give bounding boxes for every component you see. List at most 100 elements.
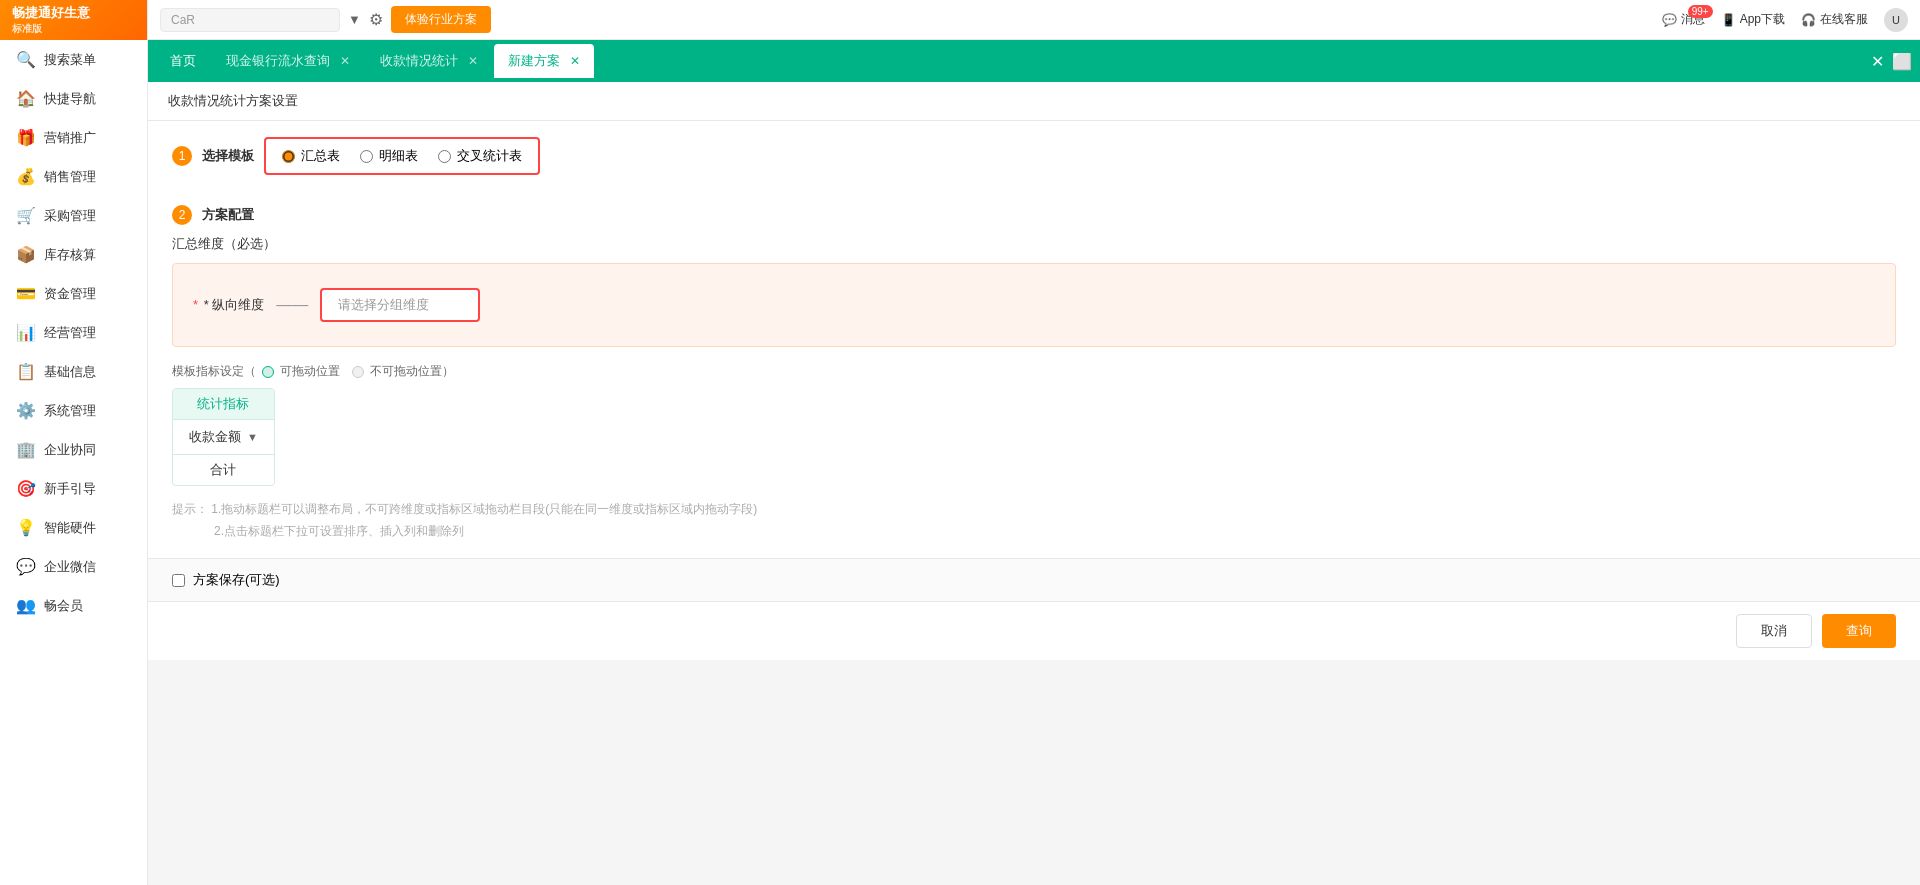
metrics-total: 合计 bbox=[173, 454, 274, 485]
radio-cross-input[interactable] bbox=[438, 150, 451, 163]
guide-icon: 🎯 bbox=[16, 479, 36, 498]
step1-section: 1 选择模板 汇总表 明细表 交叉统计表 bbox=[148, 121, 1920, 205]
step2-number: 2 bbox=[172, 205, 192, 225]
save-plan-checkbox[interactable] bbox=[172, 574, 185, 587]
page-content: 收款情况统计方案设置 1 选择模板 汇总表 明细表 bbox=[148, 82, 1920, 885]
step1-label: 选择模板 bbox=[202, 147, 254, 165]
metrics-header: 统计指标 bbox=[173, 389, 274, 419]
cancel-button[interactable]: 取消 bbox=[1736, 614, 1812, 648]
template-select-box: 汇总表 明细表 交叉统计表 bbox=[264, 137, 540, 175]
step2-label: 方案配置 bbox=[202, 206, 254, 224]
tab-close-new-plan[interactable]: ✕ bbox=[570, 54, 580, 68]
sidebar-item-inventory[interactable]: 📦 库存核算 bbox=[0, 235, 147, 274]
enterprise-icon: 🏢 bbox=[16, 440, 36, 459]
topbar: ▼ ⚙ 体验行业方案 💬 消息 99+ 📱 App下载 🎧 在线客服 U bbox=[148, 0, 1920, 40]
dropdown-arrow-icon[interactable]: ▼ bbox=[348, 12, 361, 27]
radio-cross[interactable]: 交叉统计表 bbox=[438, 147, 522, 165]
main-content: ▼ ⚙ 体验行业方案 💬 消息 99+ 📱 App下载 🎧 在线客服 U 首页 bbox=[148, 0, 1920, 885]
sidebar-item-purchase[interactable]: 🛒 采购管理 bbox=[0, 196, 147, 235]
quick-nav-icon: 🏠 bbox=[16, 89, 36, 108]
sidebar-item-enterprise[interactable]: 🏢 企业协同 bbox=[0, 430, 147, 469]
tabbar: 首页 现金银行流水查询 ✕ 收款情况统计 ✕ 新建方案 ✕ ✕ ⬜ bbox=[148, 40, 1920, 82]
footer-bar: 取消 查询 bbox=[148, 601, 1920, 660]
maximize-icon[interactable]: ⬜ bbox=[1892, 52, 1912, 71]
logo-name: 畅捷通好生意 bbox=[12, 4, 90, 22]
topbar-right: 💬 消息 99+ 📱 App下载 🎧 在线客服 U bbox=[1662, 8, 1908, 32]
sidebar-item-operation[interactable]: 📊 经营管理 bbox=[0, 313, 147, 352]
system-icon: ⚙️ bbox=[16, 401, 36, 420]
sidebar-item-quick-nav[interactable]: 🏠 快捷导航 bbox=[0, 79, 147, 118]
draggable-badge bbox=[262, 366, 274, 378]
radio-detail-input[interactable] bbox=[360, 150, 373, 163]
app-download-button[interactable]: 📱 App下载 bbox=[1721, 11, 1785, 28]
logo-sub: 标准版 bbox=[12, 22, 90, 36]
save-plan-label: 方案保存(可选) bbox=[193, 571, 280, 589]
sidebar-item-basic[interactable]: 📋 基础信息 bbox=[0, 352, 147, 391]
search-input[interactable] bbox=[160, 8, 340, 32]
step1-header: 1 选择模板 汇总表 明细表 交叉统计表 bbox=[172, 137, 1896, 175]
sidebar-item-hardware[interactable]: 💡 智能硬件 bbox=[0, 508, 147, 547]
sidebar-item-system[interactable]: ⚙️ 系统管理 bbox=[0, 391, 147, 430]
purchase-icon: 🛒 bbox=[16, 206, 36, 225]
tip-line1: 提示： 1.拖动标题栏可以调整布局，不可跨维度或指标区域拖动栏目段(只能在同一维… bbox=[172, 499, 1896, 521]
tab-close-bank-flow[interactable]: ✕ bbox=[340, 54, 350, 68]
radio-summary-input[interactable] bbox=[282, 150, 295, 163]
sidebar-logo: 畅捷通好生意 标准版 bbox=[0, 0, 147, 40]
basic-icon: 📋 bbox=[16, 362, 36, 381]
close-window-icon[interactable]: ✕ bbox=[1871, 52, 1884, 71]
sidebar-item-search-menu[interactable]: 🔍 搜索菜单 bbox=[0, 40, 147, 79]
message-icon: 💬 bbox=[1662, 13, 1677, 27]
summary-dim-title: 汇总维度（必选） bbox=[172, 235, 1896, 253]
notification-button[interactable]: 💬 消息 99+ bbox=[1662, 11, 1705, 28]
vertical-dim-row: * * 纵向维度 —— 请选择分组维度 bbox=[193, 288, 1875, 322]
hardware-icon: 💡 bbox=[16, 518, 36, 537]
operation-icon: 📊 bbox=[16, 323, 36, 342]
metrics-cell-amount[interactable]: 收款金额 ▼ bbox=[173, 419, 274, 454]
user-avatar[interactable]: U bbox=[1884, 8, 1908, 32]
sidebar-item-guide[interactable]: 🎯 新手引导 bbox=[0, 469, 147, 508]
metrics-dropdown-icon: ▼ bbox=[247, 431, 258, 443]
tab-bank-flow[interactable]: 现金银行流水查询 ✕ bbox=[212, 44, 364, 78]
tab-new-plan[interactable]: 新建方案 ✕ bbox=[494, 44, 594, 78]
tab-close-receipt-stats[interactable]: ✕ bbox=[468, 54, 478, 68]
nondraggable-badge bbox=[352, 366, 364, 378]
metrics-hint: 模板指标设定（ 可拖动位置 不可拖动位置） bbox=[172, 363, 1896, 380]
radio-summary[interactable]: 汇总表 bbox=[282, 147, 340, 165]
marketing-icon: 🎁 bbox=[16, 128, 36, 147]
sidebar-item-weixin[interactable]: 💬 企业微信 bbox=[0, 547, 147, 586]
inventory-icon: 📦 bbox=[16, 245, 36, 264]
tab-receipt-stats[interactable]: 收款情况统计 ✕ bbox=[366, 44, 492, 78]
tab-home[interactable]: 首页 bbox=[156, 44, 210, 78]
notification-badge: 99+ bbox=[1688, 5, 1713, 18]
page-title: 收款情况统计方案设置 bbox=[168, 93, 298, 108]
arrow-icon: —— bbox=[276, 296, 308, 314]
dimension-area: * * 纵向维度 —— 请选择分组维度 bbox=[172, 263, 1896, 347]
weixin-icon: 💬 bbox=[16, 557, 36, 576]
vertical-dim-label: * * 纵向维度 bbox=[193, 296, 264, 314]
step2-section: 2 方案配置 汇总维度（必选） * * 纵向维度 —— 请选择分组维度 bbox=[148, 205, 1920, 558]
tabbar-actions: ✕ ⬜ bbox=[1871, 52, 1912, 71]
sales-icon: 💰 bbox=[16, 167, 36, 186]
radio-detail[interactable]: 明细表 bbox=[360, 147, 418, 165]
sidebar: 畅捷通好生意 标准版 🔍 搜索菜单 🏠 快捷导航 🎁 营销推广 💰 销售管理 🛒… bbox=[0, 0, 148, 885]
group-dimension-selector[interactable]: 请选择分组维度 bbox=[320, 288, 480, 322]
sidebar-item-finance[interactable]: 💳 资金管理 bbox=[0, 274, 147, 313]
finance-icon: 💳 bbox=[16, 284, 36, 303]
sidebar-item-marketing[interactable]: 🎁 营销推广 bbox=[0, 118, 147, 157]
online-service-button[interactable]: 🎧 在线客服 bbox=[1801, 11, 1868, 28]
member-icon: 👥 bbox=[16, 596, 36, 615]
service-icon: 🎧 bbox=[1801, 13, 1816, 27]
trial-industry-button[interactable]: 体验行业方案 bbox=[391, 6, 491, 33]
save-section: 方案保存(可选) bbox=[148, 558, 1920, 601]
settings-gear-icon[interactable]: ⚙ bbox=[369, 10, 383, 29]
search-menu-icon: 🔍 bbox=[16, 50, 36, 69]
sidebar-item-sales[interactable]: 💰 销售管理 bbox=[0, 157, 147, 196]
download-icon: 📱 bbox=[1721, 13, 1736, 27]
tip-line2: 2.点击标题栏下拉可设置排序、插入列和删除列 bbox=[172, 521, 1896, 543]
metrics-table: 统计指标 收款金额 ▼ 合计 bbox=[172, 388, 275, 486]
sidebar-item-member[interactable]: 👥 畅会员 bbox=[0, 586, 147, 625]
tips-section: 提示： 1.拖动标题栏可以调整布局，不可跨维度或指标区域拖动栏目段(只能在同一维… bbox=[172, 489, 1896, 542]
query-button[interactable]: 查询 bbox=[1822, 614, 1896, 648]
page-header: 收款情况统计方案设置 bbox=[148, 82, 1920, 121]
step1-number: 1 bbox=[172, 146, 192, 166]
